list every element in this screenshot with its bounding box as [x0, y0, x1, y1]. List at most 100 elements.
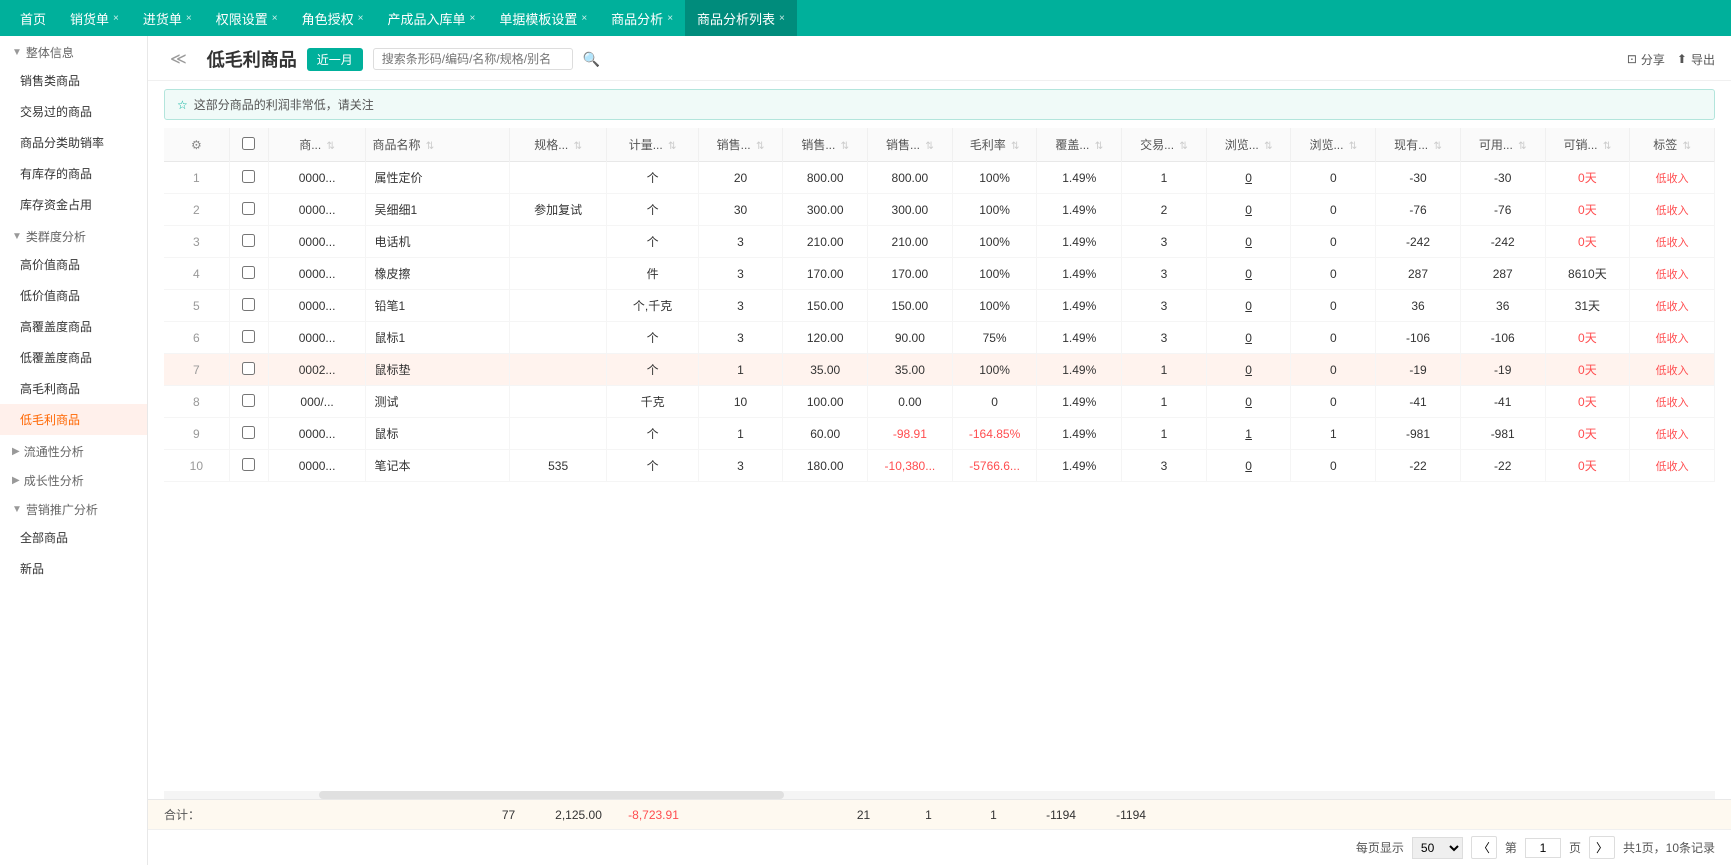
view-count-1[interactable]: 0: [1206, 258, 1291, 290]
nav-permission[interactable]: 权限设置 ×: [204, 0, 290, 36]
view-count-1[interactable]: 0: [1206, 386, 1291, 418]
next-page-button[interactable]: 〉: [1589, 836, 1615, 859]
view-count-1[interactable]: 0: [1206, 322, 1291, 354]
prev-page-button[interactable]: 〈: [1471, 836, 1497, 859]
nav-template-settings[interactable]: 单据模板设置 ×: [487, 0, 599, 36]
row-checkbox[interactable]: [242, 458, 255, 471]
sidebar-item-all-products[interactable]: 全部商品: [0, 522, 147, 553]
row-checkbox[interactable]: [242, 362, 255, 375]
row-checkbox-cell[interactable]: [229, 162, 268, 194]
sidebar-item-high-margin[interactable]: 高毛利商品: [0, 373, 147, 404]
close-icon[interactable]: ×: [186, 13, 192, 24]
close-icon[interactable]: ×: [667, 13, 673, 24]
col-sale-count[interactable]: 销售... ⇅: [698, 128, 783, 162]
coverage: 1.49%: [1037, 162, 1122, 194]
product-name: 鼠标: [366, 418, 509, 450]
product-name: 铅笔1: [366, 290, 509, 322]
row-checkbox-cell[interactable]: [229, 258, 268, 290]
sidebar-item-sales-products[interactable]: 销售类商品: [0, 65, 147, 96]
col-tag[interactable]: 标签 ⇅: [1630, 128, 1715, 162]
col-spec[interactable]: 规格... ⇅: [509, 128, 607, 162]
view-count-1[interactable]: 1: [1206, 418, 1291, 450]
row-checkbox[interactable]: [242, 266, 255, 279]
col-checkbox-all[interactable]: [229, 128, 268, 162]
col-coverage[interactable]: 覆盖... ⇅: [1037, 128, 1122, 162]
close-icon[interactable]: ×: [113, 13, 119, 24]
row-checkbox[interactable]: [242, 426, 255, 439]
page-number-input[interactable]: [1525, 838, 1561, 858]
view-count-1[interactable]: 0: [1206, 450, 1291, 482]
close-icon[interactable]: ×: [581, 13, 587, 24]
nav-product-inbound[interactable]: 产成品入库单 ×: [375, 0, 487, 36]
close-icon[interactable]: ×: [779, 13, 785, 24]
view-count-1[interactable]: 0: [1206, 354, 1291, 386]
col-current-stock[interactable]: 现有... ⇅: [1376, 128, 1461, 162]
close-icon[interactable]: ×: [272, 13, 278, 24]
sidebar-group-overall[interactable]: ▼ 整体信息: [0, 36, 147, 65]
row-checkbox-cell[interactable]: [229, 226, 268, 258]
nav-sales-order[interactable]: 销货单 ×: [58, 0, 131, 36]
row-checkbox[interactable]: [242, 394, 255, 407]
col-trade[interactable]: 交易... ⇅: [1122, 128, 1207, 162]
col-view2[interactable]: 浏览... ⇅: [1291, 128, 1376, 162]
settings-icon[interactable]: ⚙: [191, 138, 202, 152]
sidebar-item-new-products[interactable]: 新品: [0, 553, 147, 584]
search-input[interactable]: [373, 48, 573, 70]
col-settings[interactable]: ⚙: [164, 128, 229, 162]
col-saleable[interactable]: 可销... ⇅: [1545, 128, 1630, 162]
sidebar-group-growth[interactable]: ▶ 成长性分析: [0, 464, 147, 493]
nav-product-analysis[interactable]: 商品分析 ×: [599, 0, 685, 36]
nav-role-auth[interactable]: 角色授权 ×: [290, 0, 376, 36]
col-product-code[interactable]: 商... ⇅: [268, 128, 366, 162]
col-product-name[interactable]: 商品名称 ⇅: [366, 128, 509, 162]
row-checkbox-cell[interactable]: [229, 194, 268, 226]
row-checkbox-cell[interactable]: [229, 322, 268, 354]
sidebar-item-low-value[interactable]: 低价值商品: [0, 280, 147, 311]
sidebar-group-cluster[interactable]: ▼ 类群度分析: [0, 220, 147, 249]
row-checkbox-cell[interactable]: [229, 386, 268, 418]
view-count-1[interactable]: 0: [1206, 290, 1291, 322]
sidebar-item-stock-capital[interactable]: 库存资金占用: [0, 189, 147, 220]
col-sale-amount[interactable]: 销售... ⇅: [783, 128, 868, 162]
col-view1[interactable]: 浏览... ⇅: [1206, 128, 1291, 162]
sidebar-item-high-value[interactable]: 高价值商品: [0, 249, 147, 280]
per-page-select[interactable]: 50 100 200: [1412, 837, 1463, 859]
row-checkbox-cell[interactable]: [229, 290, 268, 322]
row-checkbox[interactable]: [242, 202, 255, 215]
date-filter-button[interactable]: 近一月: [307, 48, 363, 71]
row-checkbox[interactable]: [242, 298, 255, 311]
export-button[interactable]: ⬆ 导出: [1677, 51, 1715, 68]
sidebar-item-high-coverage[interactable]: 高覆盖度商品: [0, 311, 147, 342]
view-count-1[interactable]: 0: [1206, 194, 1291, 226]
sidebar-item-stocked-products[interactable]: 有库存的商品: [0, 158, 147, 189]
row-checkbox-cell[interactable]: [229, 418, 268, 450]
sidebar-group-circulation[interactable]: ▶ 流通性分析: [0, 435, 147, 464]
share-button[interactable]: ⊡ 分享: [1627, 51, 1665, 68]
view-count-1[interactable]: 0: [1206, 226, 1291, 258]
col-available-stock[interactable]: 可用... ⇅: [1460, 128, 1545, 162]
sidebar-item-low-coverage[interactable]: 低覆盖度商品: [0, 342, 147, 373]
nav-product-analysis-list[interactable]: 商品分析列表 ×: [685, 0, 797, 36]
select-all-checkbox[interactable]: [242, 137, 255, 150]
col-unit[interactable]: 计量... ⇅: [607, 128, 698, 162]
close-icon[interactable]: ×: [469, 13, 475, 24]
row-checkbox-cell[interactable]: [229, 450, 268, 482]
nav-purchase-order[interactable]: 进货单 ×: [131, 0, 204, 36]
nav-home[interactable]: 首页: [8, 0, 58, 36]
row-checkbox[interactable]: [242, 234, 255, 247]
sidebar-group-marketing[interactable]: ▼ 营销推广分析: [0, 493, 147, 522]
sidebar-item-low-margin[interactable]: 低毛利商品: [0, 404, 147, 435]
horizontal-scrollbar[interactable]: [164, 791, 1715, 799]
row-checkbox[interactable]: [242, 170, 255, 183]
search-button[interactable]: 🔍: [583, 51, 600, 68]
col-gross-rate[interactable]: 毛利率 ⇅: [952, 128, 1037, 162]
top-nav: 首页 销货单 × 进货单 × 权限设置 × 角色授权 × 产成品入库单 × 单据…: [0, 0, 1731, 36]
sidebar-item-traded-products[interactable]: 交易过的商品: [0, 96, 147, 127]
row-checkbox[interactable]: [242, 330, 255, 343]
row-checkbox-cell[interactable]: [229, 354, 268, 386]
close-icon[interactable]: ×: [358, 13, 364, 24]
sidebar-collapse-button[interactable]: ≪: [164, 47, 193, 71]
col-sale-profit[interactable]: 销售... ⇅: [868, 128, 953, 162]
view-count-1[interactable]: 0: [1206, 162, 1291, 194]
sidebar-item-category-sales-rate[interactable]: 商品分类助销率: [0, 127, 147, 158]
